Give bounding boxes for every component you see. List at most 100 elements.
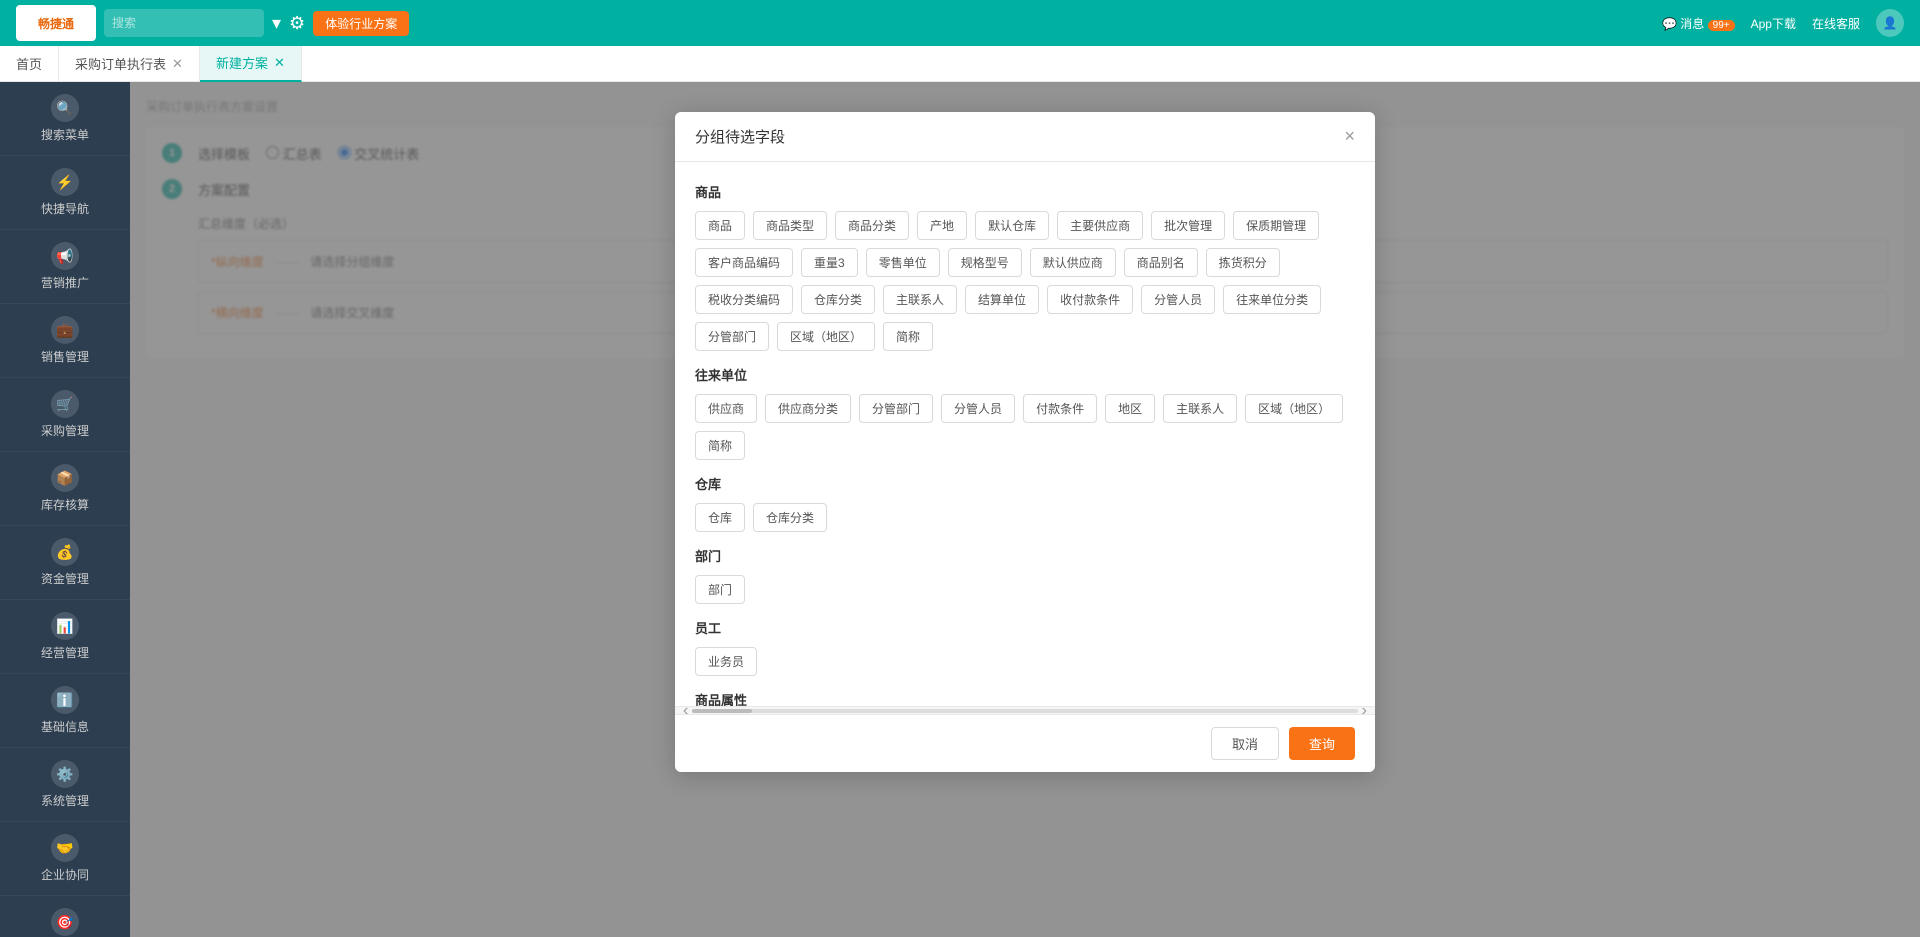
field-tag[interactable]: 分管部门 bbox=[695, 322, 769, 351]
field-tag[interactable]: 仓库分类 bbox=[753, 503, 827, 532]
message-badge: 99+ bbox=[1708, 20, 1735, 31]
field-tag[interactable]: 结算单位 bbox=[965, 285, 1039, 314]
field-tag[interactable]: 产地 bbox=[917, 211, 967, 240]
modal-title: 分组待选字段 bbox=[695, 126, 785, 147]
field-tag[interactable]: 分管人员 bbox=[941, 394, 1015, 423]
field-tag[interactable]: 部门 bbox=[695, 575, 745, 604]
field-tag[interactable]: 批次管理 bbox=[1151, 211, 1225, 240]
field-tag[interactable]: 主联系人 bbox=[883, 285, 957, 314]
field-tag[interactable]: 零售单位 bbox=[866, 248, 940, 277]
section-warehouse: 仓库 仓库 仓库分类 bbox=[695, 474, 1355, 532]
sidebar-item-purchase[interactable]: 🛒 采购管理 bbox=[0, 378, 130, 452]
modal-header: 分组待选字段 × bbox=[675, 112, 1375, 162]
tab-bar: 首页 采购订单执行表 ✕ 新建方案 ✕ bbox=[0, 46, 1920, 82]
content-area: 采购订单执行表方案设置 1 选择模板 汇总表 交叉统计表 2 方案配置 汇总维度… bbox=[130, 82, 1920, 937]
field-tag[interactable]: 商品 bbox=[695, 211, 745, 240]
message-area[interactable]: 💬 消息 99+ bbox=[1662, 15, 1735, 32]
tab-new-plan[interactable]: 新建方案 ✕ bbox=[200, 46, 302, 82]
sidebar-item-finance[interactable]: 💰 资金管理 bbox=[0, 526, 130, 600]
inventory-icon: 📦 bbox=[51, 464, 79, 492]
basicinfo-icon: ℹ️ bbox=[51, 686, 79, 714]
field-tag[interactable]: 重量3 bbox=[801, 248, 858, 277]
product-fields-grid: 商品 商品类型 商品分类 产地 默认仓库 主要供应商 批次管理 保质期管理 客户… bbox=[695, 211, 1355, 351]
field-tag[interactable]: 简称 bbox=[695, 431, 745, 460]
section-product: 商品 商品 商品类型 商品分类 产地 默认仓库 主要供应商 批次管理 保质期管理… bbox=[695, 182, 1355, 351]
search-input[interactable] bbox=[104, 9, 264, 37]
warehouse-fields-grid: 仓库 仓库分类 bbox=[695, 503, 1355, 532]
newbie-icon: 🎯 bbox=[51, 908, 79, 936]
modal-footer: 取消 查询 bbox=[675, 714, 1375, 772]
search-icon: 🔍 bbox=[51, 94, 79, 122]
field-tag[interactable]: 业务员 bbox=[695, 647, 757, 676]
field-tag[interactable]: 简称 bbox=[883, 322, 933, 351]
field-tag[interactable]: 税收分类编码 bbox=[695, 285, 793, 314]
field-tag[interactable]: 分管部门 bbox=[859, 394, 933, 423]
quicknav-icon: ⚡ bbox=[51, 168, 79, 196]
modal-overlay: 分组待选字段 × 商品 商品 商品类型 商品分类 产地 默认仓库 bbox=[130, 82, 1920, 937]
top-nav-right: 💬 消息 99+ App下载 在线客服 👤 bbox=[1662, 9, 1904, 37]
field-tag[interactable]: 客户商品编码 bbox=[695, 248, 793, 277]
hscroll-thumb[interactable] bbox=[692, 709, 752, 713]
sidebar-item-inventory[interactable]: 📦 库存核算 bbox=[0, 452, 130, 526]
tab-home[interactable]: 首页 bbox=[0, 46, 59, 82]
field-tag[interactable]: 供应商 bbox=[695, 394, 757, 423]
sidebar-item-marketing[interactable]: 📢 营销推广 bbox=[0, 230, 130, 304]
sidebar-item-sales[interactable]: 💼 销售管理 bbox=[0, 304, 130, 378]
sidebar-item-search[interactable]: 🔍 搜索菜单 bbox=[0, 82, 130, 156]
online-service-link[interactable]: 在线客服 bbox=[1812, 15, 1860, 32]
field-tag[interactable]: 保质期管理 bbox=[1233, 211, 1319, 240]
app-download-link[interactable]: App下载 bbox=[1751, 15, 1796, 32]
hscroll-track[interactable] bbox=[692, 709, 1357, 713]
section-partner-title: 往来单位 bbox=[695, 365, 1355, 384]
field-tag[interactable]: 收付款条件 bbox=[1047, 285, 1133, 314]
modal-body: 商品 商品 商品类型 商品分类 产地 默认仓库 主要供应商 批次管理 保质期管理… bbox=[675, 162, 1375, 706]
field-tag[interactable]: 仓库 bbox=[695, 503, 745, 532]
sales-icon: 💼 bbox=[51, 316, 79, 344]
confirm-button[interactable]: 查询 bbox=[1289, 727, 1355, 760]
field-tag[interactable]: 商品分类 bbox=[835, 211, 909, 240]
section-product-attr: 商品属性 属性 颜色 多规格 尺码 鞋码 1 bbox=[695, 690, 1355, 706]
top-nav-center: ▾ ⚙ 体验行业方案 bbox=[104, 9, 1654, 37]
field-tag[interactable]: 付款条件 bbox=[1023, 394, 1097, 423]
sidebar-item-system[interactable]: ⚙️ 系统管理 bbox=[0, 748, 130, 822]
field-tag[interactable]: 主要供应商 bbox=[1057, 211, 1143, 240]
cancel-button[interactable]: 取消 bbox=[1211, 727, 1279, 760]
field-tag[interactable]: 往来单位分类 bbox=[1223, 285, 1321, 314]
tab-purchase-order[interactable]: 采购订单执行表 ✕ bbox=[59, 46, 200, 82]
sidebar-item-collab[interactable]: 🤝 企业协同 bbox=[0, 822, 130, 896]
sidebar-item-operations[interactable]: 📊 经营管理 bbox=[0, 600, 130, 674]
trial-button[interactable]: 体验行业方案 bbox=[313, 11, 409, 36]
field-tag[interactable]: 商品别名 bbox=[1124, 248, 1198, 277]
sidebar-item-quicknav[interactable]: ⚡ 快捷导航 bbox=[0, 156, 130, 230]
purchase-icon: 🛒 bbox=[51, 390, 79, 418]
user-avatar[interactable]: 👤 bbox=[1876, 9, 1904, 37]
sidebar: 🔍 搜索菜单 ⚡ 快捷导航 📢 营销推广 💼 销售管理 🛒 采购管理 📦 库存核… bbox=[0, 82, 130, 937]
field-tag[interactable]: 分管人员 bbox=[1141, 285, 1215, 314]
main-layout: 🔍 搜索菜单 ⚡ 快捷导航 📢 营销推广 💼 销售管理 🛒 采购管理 📦 库存核… bbox=[0, 82, 1920, 937]
field-tag[interactable]: 供应商分类 bbox=[765, 394, 851, 423]
field-tag[interactable]: 默认供应商 bbox=[1030, 248, 1116, 277]
field-tag[interactable]: 拣货积分 bbox=[1206, 248, 1280, 277]
modal-horizontal-scrollbar[interactable]: ‹ › bbox=[675, 706, 1375, 714]
field-tag[interactable]: 主联系人 bbox=[1163, 394, 1237, 423]
field-tag[interactable]: 规格型号 bbox=[948, 248, 1022, 277]
tab-new-plan-close-icon[interactable]: ✕ bbox=[274, 55, 285, 71]
tab-purchase-close-icon[interactable]: ✕ bbox=[172, 56, 183, 72]
sidebar-item-basicinfo[interactable]: ℹ️ 基础信息 bbox=[0, 674, 130, 748]
brand-logo: 畅捷通 bbox=[16, 5, 96, 41]
section-dept: 部门 部门 bbox=[695, 546, 1355, 604]
field-tag[interactable]: 区域（地区） bbox=[1245, 394, 1343, 423]
field-tag[interactable]: 地区 bbox=[1105, 394, 1155, 423]
field-tag[interactable]: 仓库分类 bbox=[801, 285, 875, 314]
sidebar-item-newbie[interactable]: 🎯 新手引导 bbox=[0, 896, 130, 937]
modal-close-button[interactable]: × bbox=[1344, 126, 1355, 147]
section-dept-title: 部门 bbox=[695, 546, 1355, 565]
dept-fields-grid: 部门 bbox=[695, 575, 1355, 604]
settings-icon[interactable]: ⚙ bbox=[289, 13, 305, 34]
dropdown-icon[interactable]: ▾ bbox=[272, 13, 281, 34]
top-navbar: 畅捷通 ▾ ⚙ 体验行业方案 💬 消息 99+ App下载 在线客服 👤 bbox=[0, 0, 1920, 46]
field-tag[interactable]: 商品类型 bbox=[753, 211, 827, 240]
section-partner: 往来单位 供应商 供应商分类 分管部门 分管人员 付款条件 地区 主联系人 区域… bbox=[695, 365, 1355, 460]
field-tag[interactable]: 区域（地区） bbox=[777, 322, 875, 351]
field-tag[interactable]: 默认仓库 bbox=[975, 211, 1049, 240]
